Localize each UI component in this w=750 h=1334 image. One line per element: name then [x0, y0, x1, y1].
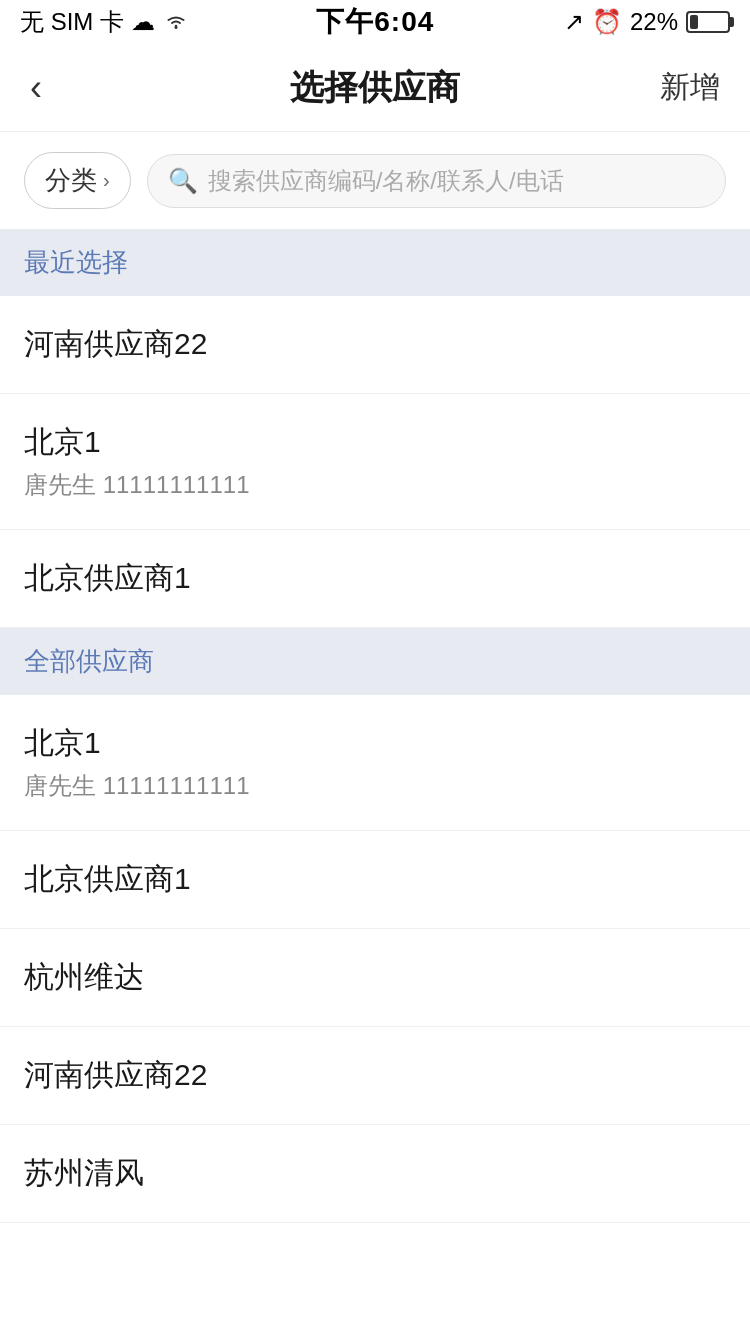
supplier-name: 河南供应商22 [24, 324, 726, 365]
supplier-name: 北京供应商1 [24, 558, 726, 599]
section-header-all: 全部供应商 [0, 628, 750, 695]
supplier-sub: 唐先生 11111111111 [24, 469, 726, 501]
status-left: 无 SIM 卡 ☁ [20, 6, 187, 38]
list-item-a2[interactable]: 北京供应商1 [0, 831, 750, 929]
search-icon: 🔍 [168, 167, 198, 195]
supplier-name: 北京1 [24, 723, 726, 764]
list-item-r3[interactable]: 北京供应商1 [0, 530, 750, 628]
back-button[interactable]: ‹ [30, 67, 90, 109]
list-item-r2[interactable]: 北京1 唐先生 11111111111 [0, 394, 750, 530]
section-header-recent: 最近选择 [0, 229, 750, 296]
category-chevron-icon: › [103, 169, 110, 192]
list-item-r1[interactable]: 河南供应商22 [0, 296, 750, 394]
nav-bar: ‹ 选择供应商 新增 [0, 44, 750, 132]
search-placeholder-text: 搜索供应商编码/名称/联系人/电话 [208, 165, 564, 197]
status-right: ↗ ⏰ 22% [564, 8, 730, 36]
supplier-name: 杭州维达 [24, 957, 726, 998]
location-icon: ↗ [564, 8, 584, 36]
supplier-list: 最近选择河南供应商22 北京1 唐先生 11111111111 北京供应商1 全部供应商… [0, 229, 750, 1223]
search-box[interactable]: 🔍 搜索供应商编码/名称/联系人/电话 [147, 154, 726, 208]
supplier-sub: 唐先生 11111111111 [24, 770, 726, 802]
list-item-a5[interactable]: 苏州清风 [0, 1125, 750, 1223]
category-filter-button[interactable]: 分类 › [24, 152, 131, 209]
sim-status: 无 SIM 卡 ☁ [20, 6, 155, 38]
page-title: 选择供应商 [290, 65, 460, 111]
supplier-name: 北京1 [24, 422, 726, 463]
list-item-a3[interactable]: 杭州维达 [0, 929, 750, 1027]
add-new-button[interactable]: 新增 [660, 67, 720, 108]
status-bar: 无 SIM 卡 ☁ 下午6:04 ↗ ⏰ 22% [0, 0, 750, 44]
supplier-name: 北京供应商1 [24, 859, 726, 900]
list-item-a1[interactable]: 北京1 唐先生 11111111111 [0, 695, 750, 831]
status-time: 下午6:04 [316, 3, 434, 41]
wifi-icon [165, 8, 187, 36]
filter-bar: 分类 › 🔍 搜索供应商编码/名称/联系人/电话 [0, 132, 750, 229]
battery-indicator [686, 11, 730, 33]
category-label: 分类 [45, 163, 97, 198]
battery-percent: 22% [630, 8, 678, 36]
alarm-icon: ⏰ [592, 8, 622, 36]
svg-point-0 [174, 26, 177, 29]
supplier-name: 河南供应商22 [24, 1055, 726, 1096]
supplier-name: 苏州清风 [24, 1153, 726, 1194]
list-item-a4[interactable]: 河南供应商22 [0, 1027, 750, 1125]
